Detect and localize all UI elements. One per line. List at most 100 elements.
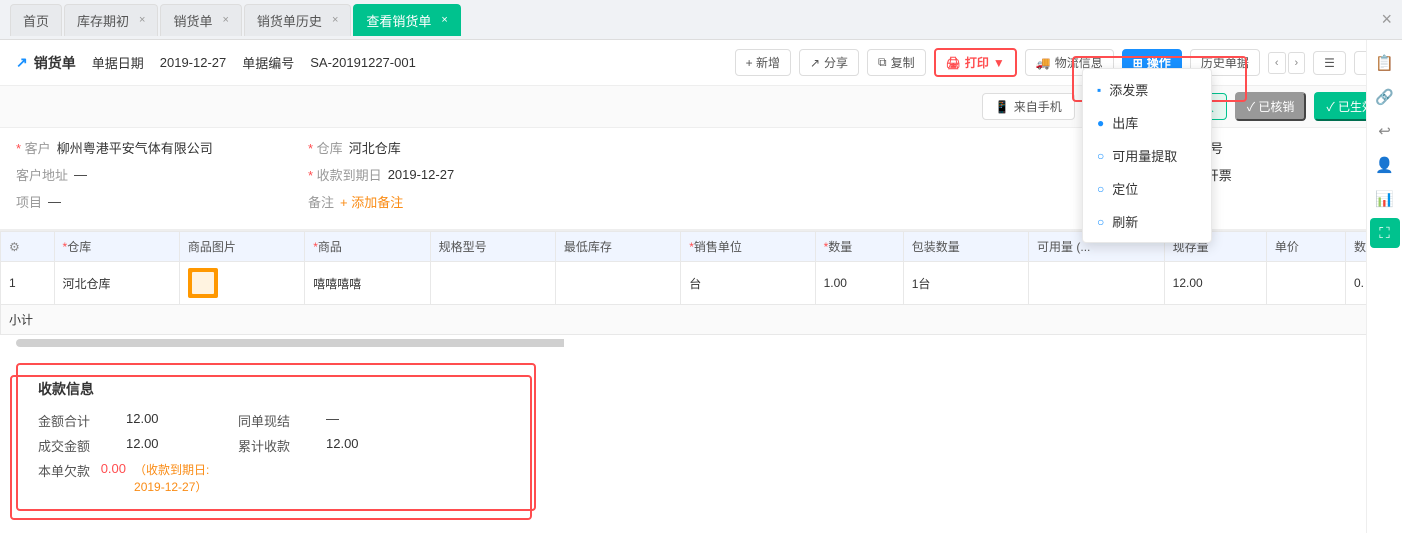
- col-warehouse: *仓库: [54, 232, 179, 262]
- tab-view-sales-close[interactable]: ×: [441, 14, 447, 26]
- payment-info: 收款信息 金额合计 12.00 同单现结 — 成交金额 12.00 累计收款 1…: [16, 363, 536, 511]
- sold-button[interactable]: ✓ 已核销: [1235, 92, 1307, 121]
- row-unit-price: [1266, 262, 1345, 305]
- col-min-stock-label: 最低库存: [564, 240, 612, 254]
- window-close-icon[interactable]: ×: [1381, 9, 1392, 30]
- cumulative-row: 累计收款 12.00: [238, 436, 438, 455]
- sales-order-icon: ↗: [16, 54, 28, 71]
- transaction-label: 成交金额: [38, 436, 118, 455]
- tab-sales-history[interactable]: 销货单历史 ×: [244, 4, 351, 36]
- row-current-stock: 12.00: [1164, 262, 1266, 305]
- notes-field: 备注 + 添加备注: [308, 192, 568, 211]
- total-label: 金额合计: [38, 411, 118, 430]
- settings-icon[interactable]: ⚙: [9, 240, 20, 254]
- dropdown-locate[interactable]: ○ 定位: [1083, 172, 1211, 205]
- warehouse-value: 河北仓库: [349, 138, 401, 157]
- customer-field: 客户 柳州粤港平安气体有限公司: [16, 138, 276, 157]
- sidebar-icon-expand[interactable]: ⛶: [1370, 218, 1400, 248]
- new-label: + 新增: [746, 54, 780, 71]
- address-value: —: [74, 167, 87, 182]
- col-pack-qty-label: 包装数量: [912, 240, 960, 254]
- view-list-button[interactable]: ☰: [1313, 51, 1346, 75]
- dropdown-add-invoice[interactable]: ▪ 添发票: [1083, 73, 1211, 106]
- prev-button[interactable]: ‹: [1268, 52, 1286, 74]
- share-button[interactable]: ↗ 分享: [799, 49, 859, 76]
- col-image-label: 商品图片: [188, 240, 236, 254]
- sidebar-icon-chart[interactable]: 📊: [1370, 184, 1400, 214]
- sidebar-icon-return[interactable]: ↩: [1370, 116, 1400, 146]
- sidebar-icon-link[interactable]: 🔗: [1370, 82, 1400, 112]
- tab-inventory[interactable]: 库存期初 ×: [64, 4, 158, 36]
- tab-bar: 首页 库存期初 × 销货单 × 销货单历史 × 查看销货单 × ×: [0, 0, 1402, 40]
- phone-button[interactable]: 📱 来自手机: [982, 93, 1075, 120]
- dropdown-refresh[interactable]: ○ 刷新: [1083, 205, 1211, 238]
- tab-view-sales[interactable]: 查看销货单 ×: [353, 4, 460, 36]
- sidebar-icon-clipboard[interactable]: 📋: [1370, 48, 1400, 78]
- arrears-note: （收款到期日: 2019-12-27）: [134, 461, 238, 495]
- transaction-row: 成交金额 12.00: [38, 436, 238, 455]
- col-warehouse-label: 仓库: [67, 240, 91, 254]
- toolbar: + 新增 ↗ 分享 ⧉ 复制 🖨 打印 ▼ 🚚 物流信息: [735, 48, 1386, 77]
- doc-date-value: 2019-12-27: [160, 55, 227, 70]
- customer-value: 柳州粤港平安气体有限公司: [57, 138, 213, 157]
- product-image: [188, 268, 218, 298]
- same-order-row: 同单现结 —: [238, 411, 438, 430]
- customer-label: 客户: [16, 138, 51, 157]
- col-quantity: *数量: [815, 232, 903, 262]
- same-order-value: —: [326, 411, 339, 430]
- project-field: 项目 —: [16, 192, 276, 211]
- subtotal-label: 小计: [9, 313, 33, 327]
- locate-icon: ○: [1097, 182, 1104, 196]
- sold-label: 已核销: [1258, 100, 1294, 114]
- project-value: —: [48, 194, 61, 209]
- nav-arrows: ‹ ›: [1268, 52, 1305, 74]
- doc-meta: 单据日期 2019-12-27 单据编号 SA-20191227-001: [92, 53, 416, 72]
- tab-home[interactable]: 首页: [10, 4, 62, 36]
- dropdown-outbound[interactable]: ● 出库: [1083, 106, 1211, 139]
- row-product: 嘻嘻嘻嘻: [305, 262, 430, 305]
- refresh-label: 刷新: [1112, 212, 1138, 231]
- col-available-label: 可用量 (...: [1037, 240, 1090, 254]
- tab-sales-history-close[interactable]: ×: [332, 14, 338, 26]
- col-image: 商品图片: [179, 232, 304, 262]
- tab-sales[interactable]: 销货单 ×: [160, 4, 241, 36]
- payment-info-title: 收款信息: [38, 379, 514, 399]
- add-notes-button[interactable]: + 添加备注: [340, 192, 403, 211]
- table-container: ⚙ *仓库 商品图片 *商品 规格型号 最低库存 *销售单位 *数量 包装数量 …: [0, 230, 1402, 351]
- due-date-value: 2019-12-27: [388, 167, 455, 182]
- available-qty-label: 可用量提取: [1112, 146, 1177, 165]
- col-settings[interactable]: ⚙: [1, 232, 55, 262]
- col-product-label: 商品: [318, 240, 342, 254]
- tab-inventory-close[interactable]: ×: [139, 14, 145, 26]
- scrollbar[interactable]: [16, 339, 1386, 347]
- next-button[interactable]: ›: [1288, 52, 1306, 74]
- tab-sales-close[interactable]: ×: [222, 14, 228, 26]
- project-label: 项目: [16, 192, 42, 211]
- col-product: *商品: [305, 232, 430, 262]
- share-icon: ↗: [810, 56, 820, 70]
- table-row: 1 河北仓库 嘻嘻嘻嘻 台 1.00 1台: [1, 262, 1402, 305]
- row-model: [430, 262, 555, 305]
- col-unit-price: 单价: [1266, 232, 1345, 262]
- row-index: 1: [1, 262, 55, 305]
- print-label: 打印: [965, 54, 989, 71]
- cumulative-value: 12.00: [326, 436, 359, 455]
- row-warehouse: 河北仓库: [54, 262, 179, 305]
- row-available: [1029, 262, 1165, 305]
- effective-check-icon: ✓: [1326, 100, 1334, 114]
- print-button[interactable]: 🖨 打印 ▼: [934, 48, 1017, 77]
- cumulative-label: 累计收款: [238, 436, 318, 455]
- logistics-icon: 🚚: [1036, 56, 1051, 70]
- row-min-stock: [555, 262, 680, 305]
- dropdown-available-qty[interactable]: ○ 可用量提取: [1083, 139, 1211, 172]
- copy-button[interactable]: ⧉ 复制: [867, 49, 926, 76]
- sidebar-icon-person[interactable]: 👤: [1370, 150, 1400, 180]
- print-dropdown-icon: ▼: [993, 56, 1005, 70]
- new-button[interactable]: + 新增: [735, 49, 791, 76]
- tab-home-label: 首页: [23, 11, 49, 30]
- warehouse-label: 仓库: [308, 138, 343, 157]
- col-sales-unit-label: 销售单位: [694, 240, 742, 254]
- subtotal-row: 小计: [1, 305, 1402, 335]
- col-pack-qty: 包装数量: [903, 232, 1028, 262]
- right-sidebar: 📋 🔗 ↩ 👤 📊 ⛶: [1366, 40, 1402, 533]
